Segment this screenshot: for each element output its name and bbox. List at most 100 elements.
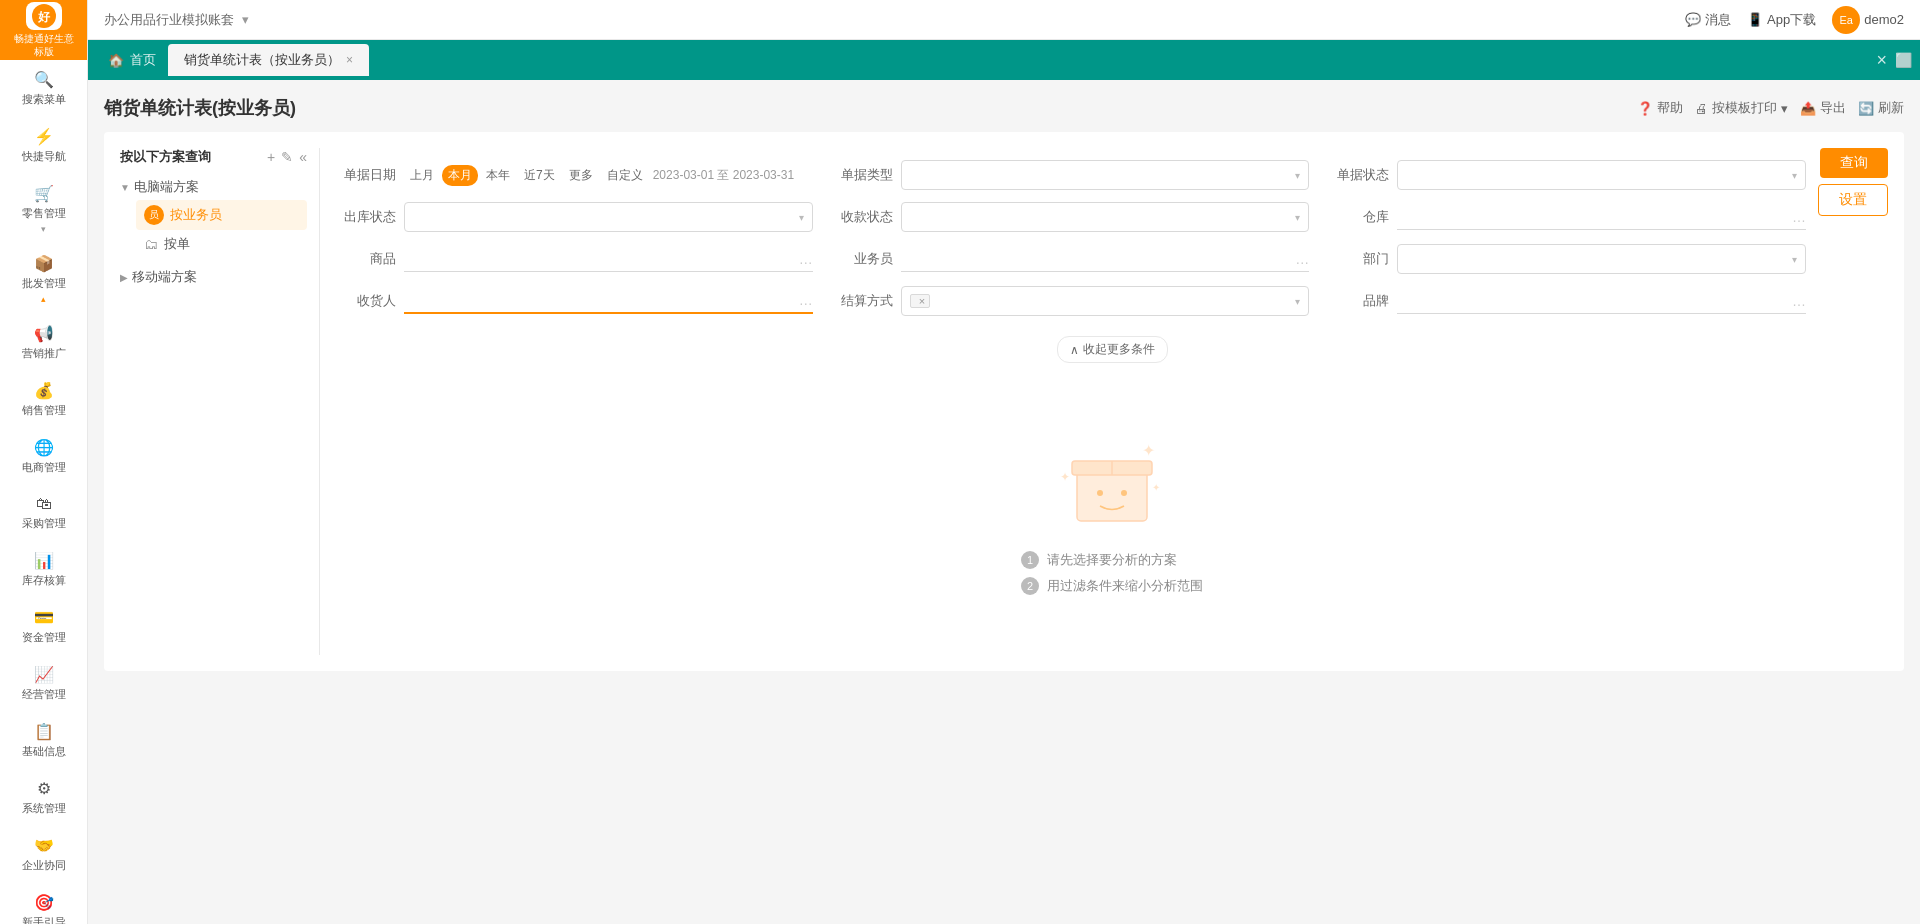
sidebar-item-operation[interactable]: 📈 经营管理 [0,655,87,712]
sidebar-item-newbie[interactable]: 🎯 新手引导 [0,883,87,924]
print-btn[interactable]: 🖨 按模板打印 ▾ [1695,99,1788,117]
refresh-icon: 🔄 [1858,101,1874,116]
empty-state: ✦ ✦ ✦ 1 请先选择要分析的方案 [336,371,1888,655]
date-tab-this-year[interactable]: 本年 [480,165,516,186]
left-panel: 按以下方案查询 + ✎ « ▼ 电脑端方案 员 [120,148,320,655]
sidebar-item-finance[interactable]: 💳 资金管理 [0,598,87,655]
payment-status-select[interactable]: ▾ [901,202,1310,232]
stock-status-select[interactable]: ▾ [404,202,813,232]
tab-restore-btn[interactable]: ⬜ [1895,52,1912,68]
sidebar-item-basic[interactable]: 📋 基础信息 [0,712,87,769]
filter-main: 单据日期 上月 本月 本年 近7天 更多 自定义 [336,148,1806,328]
filter-top: 单据日期 上月 本月 本年 近7天 更多 自定义 [336,148,1888,328]
filter-settlement: 结算方式 × ▾ [833,286,1310,316]
content-panel: 按以下方案查询 + ✎ « ▼ 电脑端方案 员 [104,132,1904,671]
brand-label: 品牌 [1329,292,1389,310]
receiver-ellipsis-btn[interactable]: … [799,292,813,308]
app-title: 办公用品行业模拟账套 [104,11,234,29]
collapse-btn[interactable]: ∧ 收起更多条件 [1057,336,1168,363]
goods-ellipsis-btn[interactable]: … [799,251,813,267]
warehouse-ellipsis-btn[interactable]: … [1792,209,1806,225]
date-tab-last-month[interactable]: 上月 [404,165,440,186]
app-dropdown-icon[interactable]: ▾ [242,12,249,27]
date-tab-more[interactable]: 更多 [563,165,599,186]
sidebar-item-purchase[interactable]: 🛍 采购管理 [0,485,87,541]
svg-text:✦: ✦ [1152,482,1160,493]
settlement-remove-btn[interactable]: × [919,295,925,307]
doc-type-label: 单据类型 [833,166,893,184]
filter-brand: 品牌 … [1329,289,1806,314]
sidebar-logo-text: 畅捷通好生意标版 [14,32,74,58]
right-panel: 单据日期 上月 本月 本年 近7天 更多 自定义 [320,148,1888,655]
order-icon: 🗂 [144,236,158,252]
salesman-input: … [901,247,1310,272]
refresh-btn[interactable]: 🔄 刷新 [1858,99,1904,117]
receiver-label: 收货人 [336,292,396,310]
sidebar-item-marketing[interactable]: 📢 营销推广 [0,314,87,371]
department-select[interactable]: ▾ [1397,244,1806,274]
svg-rect-2 [1077,471,1147,521]
sidebar-item-search[interactable]: 🔍 搜索菜单 [0,60,87,117]
date-tab-this-month[interactable]: 本月 [442,165,478,186]
export-icon: 📤 [1800,101,1816,116]
settlement-label: 结算方式 [833,292,893,310]
receiver-text-input[interactable] [404,293,795,308]
edit-scheme-btn[interactable]: ✎ [281,149,293,165]
tree-mobile[interactable]: ▶ 移动端方案 [120,264,307,290]
app-title-area: 办公用品行业模拟账套 ▾ [104,11,249,29]
sidebar-item-ecommerce[interactable]: 🌐 电商管理 [0,428,87,485]
sidebar-item-enterprise[interactable]: 🤝 企业协同 [0,826,87,883]
message-btn[interactable]: 💬 消息 [1685,11,1731,29]
hint-2-text: 用过滤条件来缩小分析范围 [1047,577,1203,595]
tree-item-order[interactable]: 🗂 按单 [136,230,307,258]
sidebar-item-inventory[interactable]: 📊 库存核算 [0,541,87,598]
collapse-left-btn[interactable]: « [299,149,307,165]
brand-ellipsis-btn[interactable]: … [1792,293,1806,309]
user-info[interactable]: Ea demo2 [1832,6,1904,34]
empty-hint-1: 1 请先选择要分析的方案 [1021,551,1203,569]
tab-home[interactable]: 🏠 首页 [96,44,168,76]
app-download-btn[interactable]: 📱 App下载 [1747,11,1816,29]
doc-status-select[interactable]: ▾ [1397,160,1806,190]
tab-close-btn[interactable]: × [346,53,353,67]
sidebar-item-system[interactable]: ⚙ 系统管理 [0,769,87,826]
home-icon: 🏠 [108,53,124,68]
filter-doc-type: 单据类型 ▾ [833,160,1310,190]
user-name: demo2 [1864,12,1904,27]
add-scheme-btn[interactable]: + [267,149,275,165]
salesman-ellipsis-btn[interactable]: … [1295,251,1309,267]
help-btn[interactable]: ❓ 帮助 [1637,99,1683,117]
left-panel-actions: + ✎ « [267,149,307,165]
quick-nav-icon: ⚡ [34,127,54,146]
date-tab-7days[interactable]: 近7天 [518,165,561,186]
settlement-select[interactable]: × ▾ [901,286,1310,316]
sidebar-item-sales[interactable]: 💰 销售管理 [0,371,87,428]
date-tab-custom[interactable]: 自定义 [601,165,649,186]
download-icon: 📱 [1747,12,1763,27]
warehouse-label: 仓库 [1329,208,1389,226]
print-dropdown-icon: ▾ [1781,101,1788,116]
doc-type-select[interactable]: ▾ [901,160,1310,190]
tab-active[interactable]: 销货单统计表（按业务员） × [168,44,369,76]
filter-stock-status: 出库状态 ▾ [336,202,813,232]
sidebar-item-retail[interactable]: 🛒 零售管理 ▾ [0,174,87,244]
tab-close-window-btn[interactable]: × [1876,50,1887,71]
tab-bar: 🏠 首页 销货单统计表（按业务员） × × ⬜ [88,40,1920,80]
sidebar-item-wholesale[interactable]: 📦 批发管理 ▴ [0,244,87,314]
settings-button[interactable]: 设置 [1818,184,1888,216]
sidebar-item-quick-nav[interactable]: ⚡ 快捷导航 [0,117,87,174]
left-panel-header: 按以下方案查询 + ✎ « [120,148,307,166]
svg-text:✦: ✦ [1142,442,1155,459]
export-btn[interactable]: 📤 导出 [1800,99,1846,117]
query-button[interactable]: 查询 [1820,148,1888,178]
filter-payment-status: 收款状态 ▾ [833,202,1310,232]
tree-item-salesman[interactable]: 员 按业务员 [136,200,307,230]
tree-desktop[interactable]: ▼ 电脑端方案 [120,174,307,200]
sidebar-item-label: 搜索菜单 [22,92,66,107]
stock-status-label: 出库状态 [336,208,396,226]
department-label: 部门 [1329,250,1389,268]
filter-actions: 查询 设置 [1818,148,1888,216]
goods-label: 商品 [336,250,396,268]
page-header-actions: ❓ 帮助 🖨 按模板打印 ▾ 📤 导出 🔄 刷新 [1637,99,1904,117]
doc-status-label: 单据状态 [1329,166,1389,184]
